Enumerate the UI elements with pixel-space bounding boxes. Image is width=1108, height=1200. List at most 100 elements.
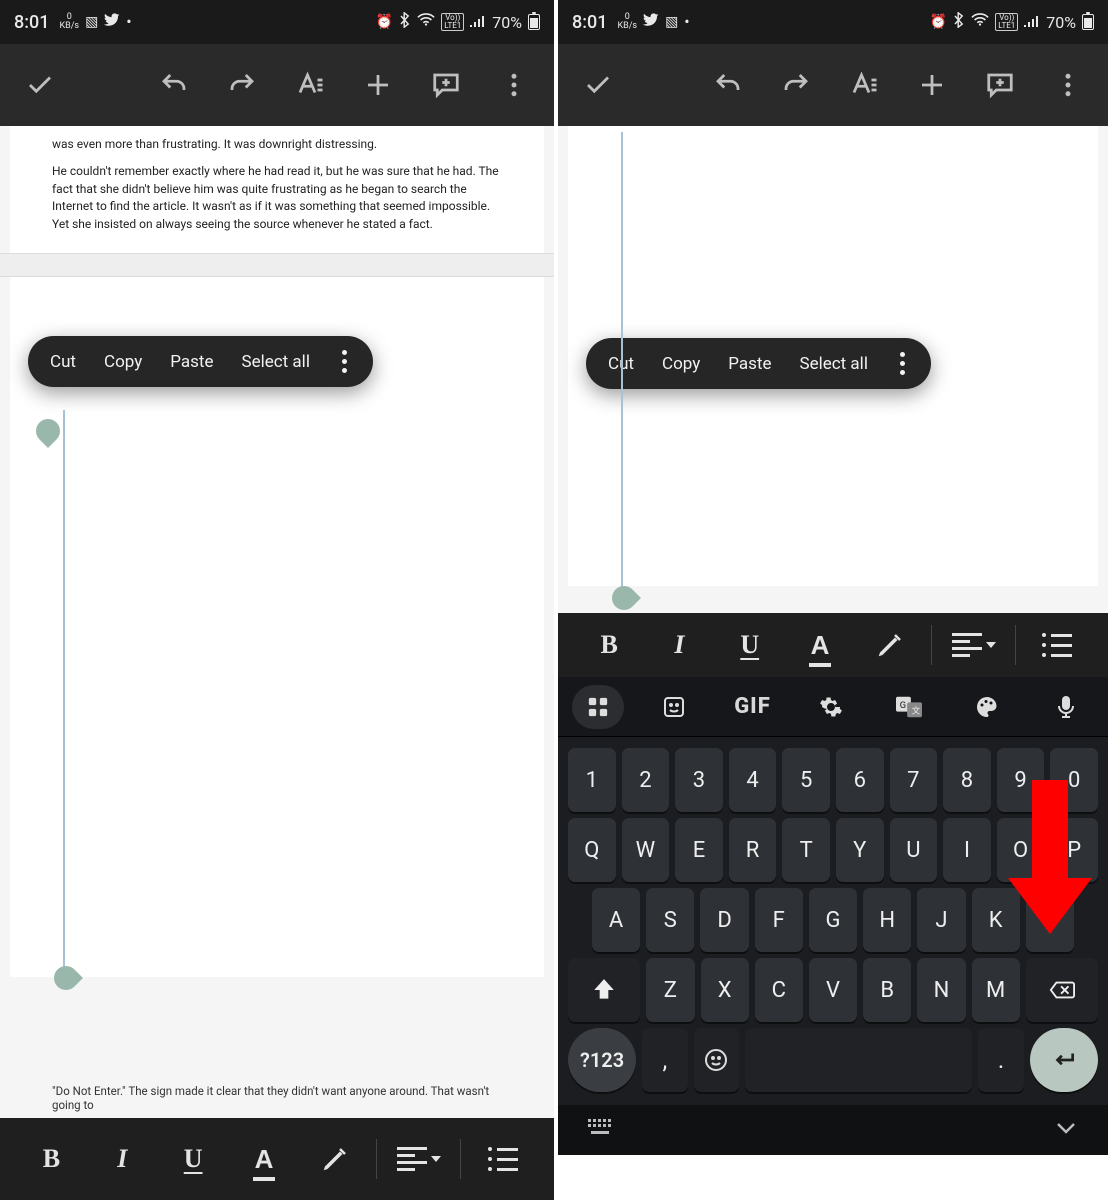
key-c[interactable]: C <box>755 958 803 1022</box>
document-area[interactable]: Cut Copy Paste Select all <box>558 126 1108 613</box>
key-m[interactable]: M <box>972 958 1020 1022</box>
status-bar: 8:01 0KB/s ▧ • ⏰ Vo))LTE1 70% <box>0 0 554 44</box>
backspace-key[interactable] <box>1026 958 1098 1022</box>
bold-button[interactable]: B <box>16 1129 87 1189</box>
key-5[interactable]: 5 <box>782 748 830 812</box>
kb-settings-icon[interactable] <box>803 695 859 719</box>
key-i[interactable]: I <box>943 818 991 882</box>
undo-button[interactable] <box>698 55 758 115</box>
hide-keyboard-icon[interactable] <box>1054 1120 1078 1140</box>
kb-mic-icon[interactable] <box>1038 695 1094 719</box>
comma-key[interactable]: , <box>642 1028 687 1092</box>
ctx-copy[interactable]: Copy <box>104 352 142 372</box>
underline-button[interactable]: U <box>715 615 785 675</box>
twitter-icon <box>643 13 659 31</box>
insert-button[interactable] <box>902 55 962 115</box>
volte-icon: Vo))LTE1 <box>995 13 1018 31</box>
key-z[interactable]: Z <box>646 958 694 1022</box>
text-format-button[interactable] <box>280 55 340 115</box>
ctx-copy[interactable]: Copy <box>662 354 700 374</box>
overflow-button[interactable] <box>1038 55 1098 115</box>
key-r[interactable]: R <box>729 818 777 882</box>
key-x[interactable]: X <box>701 958 749 1022</box>
key-h[interactable]: H <box>863 888 911 952</box>
key-7[interactable]: 7 <box>890 748 938 812</box>
emoji-key[interactable] <box>694 1028 739 1092</box>
key-b[interactable]: B <box>863 958 911 1022</box>
kb-apps-icon[interactable] <box>572 685 624 729</box>
highlight-button[interactable] <box>299 1129 370 1189</box>
key-g[interactable]: G <box>809 888 857 952</box>
doc-paragraph[interactable]: He couldn't remember exactly where he ha… <box>52 163 502 233</box>
comment-button[interactable] <box>416 55 476 115</box>
key-8[interactable]: 8 <box>943 748 991 812</box>
alarm-icon: ⏰ <box>930 14 947 30</box>
key-2[interactable]: 2 <box>622 748 670 812</box>
key-3[interactable]: 3 <box>675 748 723 812</box>
keyboard-switch-icon[interactable] <box>588 1119 612 1142</box>
key-4[interactable]: 4 <box>729 748 777 812</box>
space-key[interactable] <box>745 1028 972 1092</box>
doc-paragraph[interactable]: was even more than frustrating. It was d… <box>52 136 502 153</box>
confirm-button[interactable] <box>568 55 628 115</box>
kb-sticker-icon[interactable] <box>646 695 702 719</box>
ctx-more-icon[interactable] <box>338 350 351 373</box>
key-w[interactable]: W <box>622 818 670 882</box>
context-menu: Cut Copy Paste Select all <box>586 338 931 389</box>
key-s[interactable]: S <box>646 888 694 952</box>
redo-button[interactable] <box>212 55 272 115</box>
confirm-button[interactable] <box>10 55 70 115</box>
bluetooth-icon <box>399 12 411 32</box>
italic-button[interactable]: I <box>87 1129 158 1189</box>
align-button[interactable] <box>383 1129 454 1189</box>
document-page-1[interactable]: was even more than frustrating. It was d… <box>10 126 544 253</box>
text-format-button[interactable] <box>834 55 894 115</box>
key-t[interactable]: T <box>782 818 830 882</box>
undo-button[interactable] <box>144 55 204 115</box>
key-q[interactable]: Q <box>568 818 616 882</box>
bold-button[interactable]: B <box>574 615 644 675</box>
key-v[interactable]: V <box>809 958 857 1022</box>
document-area[interactable]: was even more than frustrating. It was d… <box>0 126 554 1118</box>
signal-icon <box>470 13 486 31</box>
kb-theme-icon[interactable] <box>959 695 1015 719</box>
kb-translate-icon[interactable]: G文 <box>881 696 937 718</box>
key-j[interactable]: J <box>917 888 965 952</box>
redo-button[interactable] <box>766 55 826 115</box>
highlight-button[interactable] <box>855 615 925 675</box>
key-e[interactable]: E <box>675 818 723 882</box>
shift-key[interactable] <box>568 958 640 1022</box>
italic-button[interactable]: I <box>644 615 714 675</box>
bullet-list-button[interactable] <box>467 1129 538 1189</box>
wifi-icon <box>971 13 989 31</box>
align-button[interactable] <box>938 615 1008 675</box>
overflow-button[interactable] <box>484 55 544 115</box>
insert-button[interactable] <box>348 55 408 115</box>
bullet-list-button[interactable] <box>1022 615 1092 675</box>
signal-icon <box>1024 13 1040 31</box>
key-n[interactable]: N <box>917 958 965 1022</box>
battery-icon <box>528 14 540 30</box>
key-f[interactable]: F <box>755 888 803 952</box>
ctx-select-all[interactable]: Select all <box>242 352 310 372</box>
period-key[interactable]: . <box>978 1028 1023 1092</box>
ctx-paste[interactable]: Paste <box>728 354 771 374</box>
symbols-key[interactable]: ?123 <box>568 1028 636 1092</box>
text-color-button[interactable]: A <box>785 615 855 675</box>
doc-paragraph[interactable]: "Do Not Enter." The sign made it clear t… <box>10 1084 544 1112</box>
text-color-button[interactable]: A <box>229 1129 300 1189</box>
key-d[interactable]: D <box>700 888 748 952</box>
key-u[interactable]: U <box>890 818 938 882</box>
key-a[interactable]: A <box>592 888 640 952</box>
underline-button[interactable]: U <box>158 1129 229 1189</box>
key-y[interactable]: Y <box>836 818 884 882</box>
ctx-cut[interactable]: Cut <box>50 352 76 372</box>
enter-key[interactable] <box>1030 1028 1098 1092</box>
kb-gif-button[interactable]: GIF <box>724 694 780 719</box>
key-6[interactable]: 6 <box>836 748 884 812</box>
key-1[interactable]: 1 <box>568 748 616 812</box>
ctx-more-icon[interactable] <box>896 352 909 375</box>
ctx-select-all[interactable]: Select all <box>800 354 868 374</box>
comment-button[interactable] <box>970 55 1030 115</box>
ctx-paste[interactable]: Paste <box>170 352 213 372</box>
